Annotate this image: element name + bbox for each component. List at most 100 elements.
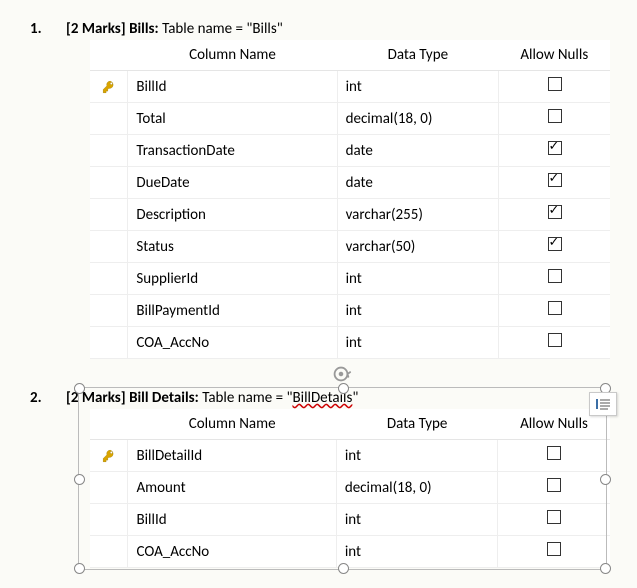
bills-header-datatype: Data Type <box>337 40 498 71</box>
bills-header-allownulls: Allow Nulls <box>499 40 610 71</box>
primary-key-cell <box>90 135 128 167</box>
primary-key-cell <box>90 167 128 199</box>
table-row: COA_AccNoint <box>90 327 610 359</box>
item-2-heading: 2. [2 Marks] Bill Details: Table name = … <box>30 389 607 407</box>
column-name-cell: Total <box>128 103 337 135</box>
table-row: DueDatedate <box>90 167 610 199</box>
data-type-cell: decimal(18, 0) <box>336 472 498 504</box>
primary-key-cell <box>90 295 128 327</box>
table-row: Descriptionvarchar(255) <box>90 199 610 231</box>
item-2-number: 2. <box>30 389 54 407</box>
table-row: BillDetailIdint <box>90 440 610 472</box>
data-type-cell: varchar(50) <box>337 231 498 263</box>
allow-nulls-checkbox[interactable] <box>548 301 562 315</box>
table-row: SupplierIdint <box>90 263 610 295</box>
column-name-cell: DueDate <box>128 167 337 199</box>
primary-key-cell <box>90 440 128 472</box>
allow-nulls-checkbox[interactable] <box>548 77 562 91</box>
bills-table: Column Name Data Type Allow Nulls BillId… <box>90 40 610 359</box>
allow-nulls-cell <box>499 231 610 263</box>
column-name-cell: SupplierId <box>128 263 337 295</box>
bills-header-colname: Column Name <box>128 40 337 71</box>
primary-key-cell <box>90 504 128 536</box>
primary-key-cell <box>90 71 128 103</box>
allow-nulls-checkbox[interactable] <box>548 109 562 123</box>
column-name-cell: TransactionDate <box>128 135 337 167</box>
table-row: Statusvarchar(50) <box>90 231 610 263</box>
column-name-cell: Amount <box>128 472 336 504</box>
allow-nulls-cell <box>499 103 610 135</box>
allow-nulls-checkbox[interactable] <box>548 237 562 251</box>
layout-options-button[interactable] <box>589 392 617 416</box>
billdetails-tbody: BillDetailIdintAmountdecimal(18, 0)BillI… <box>90 440 610 568</box>
billdetails-table: Column Name Data Type Allow Nulls BillDe… <box>90 409 610 568</box>
allow-nulls-cell <box>499 199 610 231</box>
item-2-label-rest: Table name = "BillDetails" <box>202 389 358 407</box>
item-1-label-bold: Bills: <box>129 20 159 38</box>
data-type-cell: int <box>336 440 498 472</box>
allow-nulls-cell <box>499 327 610 359</box>
table-row: Totaldecimal(18, 0) <box>90 103 610 135</box>
allow-nulls-checkbox[interactable] <box>548 141 562 155</box>
item-2-marks: [2 Marks] <box>66 389 126 407</box>
allow-nulls-cell <box>499 167 610 199</box>
column-name-cell: COA_AccNo <box>128 327 337 359</box>
allow-nulls-cell <box>499 263 610 295</box>
table-row: BillIdint <box>90 504 610 536</box>
billdetails-header-colname: Column Name <box>128 409 336 440</box>
primary-key-cell <box>90 231 128 263</box>
allow-nulls-cell <box>499 135 610 167</box>
allow-nulls-checkbox[interactable] <box>548 269 562 283</box>
column-name-cell: BillId <box>128 71 337 103</box>
primary-key-cell <box>90 263 128 295</box>
data-type-cell: decimal(18, 0) <box>337 103 498 135</box>
primary-key-cell <box>90 327 128 359</box>
data-type-cell: int <box>337 295 498 327</box>
allow-nulls-checkbox[interactable] <box>548 205 562 219</box>
column-name-cell: Status <box>128 231 337 263</box>
layout-options-icon <box>595 397 611 411</box>
item-1-label-rest: Table name = "Bills" <box>162 20 283 38</box>
allow-nulls-checkbox[interactable] <box>547 478 561 492</box>
table-row: BillPaymentIdint <box>90 295 610 327</box>
allow-nulls-checkbox[interactable] <box>547 510 561 524</box>
table-row: TransactionDatedate <box>90 135 610 167</box>
allow-nulls-cell <box>498 472 610 504</box>
item-1-marks: [2 Marks] <box>66 20 126 38</box>
primary-key-cell <box>90 472 128 504</box>
item-1-heading: 1. [2 Marks] Bills: Table name = "Bills" <box>30 20 607 38</box>
allow-nulls-cell <box>498 536 610 568</box>
table-row: Amountdecimal(18, 0) <box>90 472 610 504</box>
item-2-label-bold: Bill Details: <box>129 389 199 407</box>
column-name-cell: BillId <box>128 504 336 536</box>
allow-nulls-checkbox[interactable] <box>548 173 562 187</box>
column-name-cell: Description <box>128 199 337 231</box>
data-type-cell: date <box>337 167 498 199</box>
table-row: COA_AccNoint <box>90 536 610 568</box>
column-name-cell: BillPaymentId <box>128 295 337 327</box>
data-type-cell: int <box>337 327 498 359</box>
primary-key-icon <box>98 449 119 463</box>
allow-nulls-checkbox[interactable] <box>547 446 561 460</box>
primary-key-icon <box>98 80 119 94</box>
allow-nulls-cell <box>499 295 610 327</box>
resize-handle-ml[interactable] <box>74 474 85 485</box>
billdetails-header-datatype: Data Type <box>336 409 498 440</box>
data-type-cell: int <box>337 263 498 295</box>
allow-nulls-checkbox[interactable] <box>548 333 562 347</box>
primary-key-cell <box>90 536 128 568</box>
data-type-cell: varchar(255) <box>337 199 498 231</box>
allow-nulls-cell <box>498 440 610 472</box>
spelling-squiggle: BillDetails <box>292 389 352 407</box>
allow-nulls-checkbox[interactable] <box>547 542 561 556</box>
primary-key-cell <box>90 199 128 231</box>
column-name-cell: BillDetailId <box>128 440 336 472</box>
allow-nulls-cell <box>498 504 610 536</box>
data-type-cell: date <box>337 135 498 167</box>
rotate-handle-icon[interactable] <box>330 363 352 385</box>
resize-handle-bl[interactable] <box>74 563 85 574</box>
data-type-cell: int <box>336 504 498 536</box>
data-type-cell: int <box>337 71 498 103</box>
bills-tbody: BillIdintTotaldecimal(18, 0)TransactionD… <box>90 71 610 359</box>
column-name-cell: COA_AccNo <box>128 536 336 568</box>
